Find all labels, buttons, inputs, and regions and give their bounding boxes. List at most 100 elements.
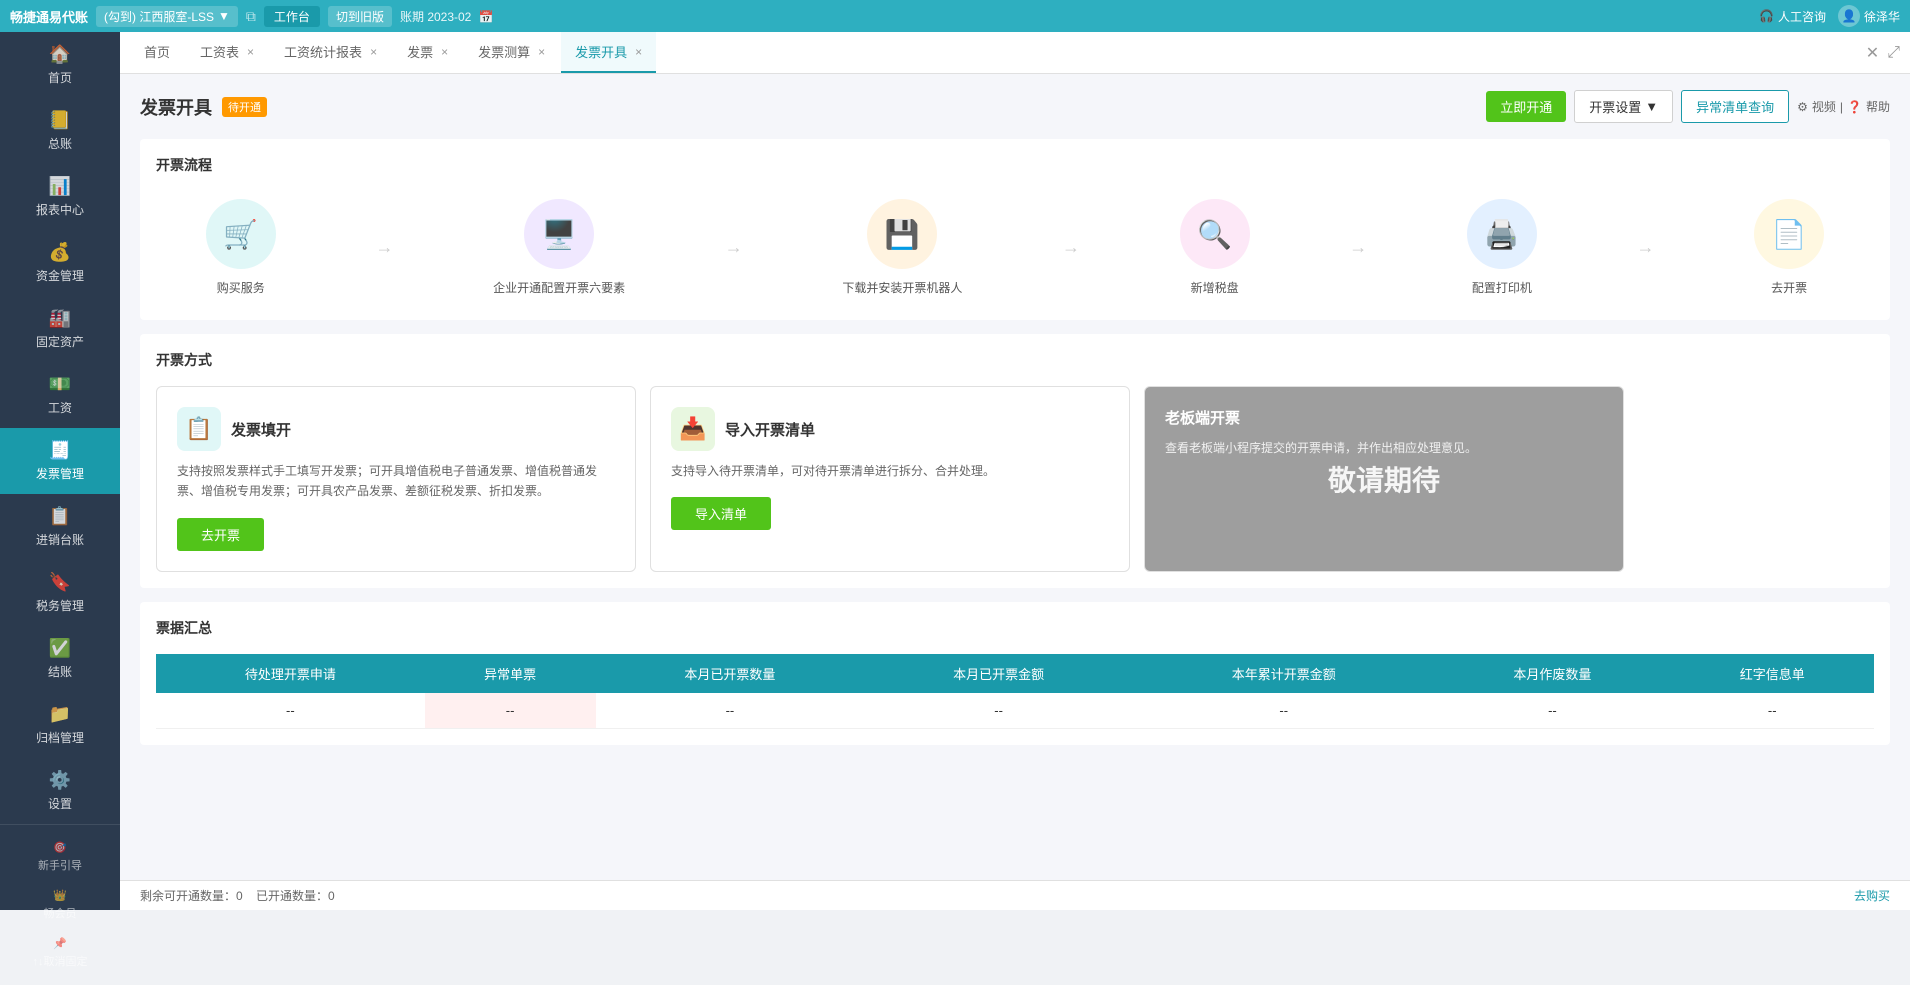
pin-icon: 📌 [53,937,67,950]
import-list-button[interactable]: 导入清单 [671,497,771,530]
sidebar-item-member[interactable]: 👑畅会员 [0,881,120,929]
summary-col-header: 本年累计开票金额 [1133,654,1434,693]
billing-section: 开票方式 📋 发票填开 支持按照发票样式手工填写开发票；可开具增值税电子普通发票… [140,334,1890,588]
tab-close-icon[interactable]: × [538,45,545,59]
tab-bar-controls: ✕ ⤢ [1866,43,1900,63]
tax-icon: 🔖 [49,572,71,593]
sidebar-item-label: 归档管理 [36,729,84,746]
buy-link[interactable]: 去购买 [1854,887,1890,904]
settle-icon: ✅ [49,638,71,659]
settings-label: 开票设置 [1589,97,1641,116]
flow-step-config-printer[interactable]: 🖨️ 配置打印机 [1467,199,1537,296]
summary-col-header: 本月已开票数量 [596,654,865,693]
page-footer: 剩余可开通数量：0 已开通数量：0 去购买 [120,880,1910,910]
expand-icon[interactable]: ⤢ [1887,44,1900,62]
sidebar-item-label: 进销台账 [36,531,84,548]
sidebar-item-invoice[interactable]: 🧾 发票管理 [0,428,120,494]
billing-card-import-desc: 支持导入待开票清单，可对待开票清单进行拆分、合并处理。 [671,461,1109,481]
tab-label: 发票 [407,42,433,61]
sidebar-item-settings[interactable]: ⚙️设置 [0,758,120,824]
user-avatar-area[interactable]: 👤 徐泽华 [1838,5,1900,27]
sidebar-item-label: 报表中心 [36,201,84,218]
sidebar-item-assets[interactable]: 🏭固定资产 [0,296,120,362]
flow-step-label: 购买服务 [217,279,265,296]
old-version-button[interactable]: 切到旧版 [328,6,392,27]
billing-card-manual-icon: 📋 [177,407,221,451]
immediate-open-button[interactable]: 立即开通 [1486,91,1566,122]
pin-toggle[interactable]: 📌 ↑↓取消固定 [0,929,120,977]
calendar-icon[interactable]: 📅 [479,10,494,24]
sidebar-item-label: 固定资产 [36,333,84,350]
sidebar-item-funds[interactable]: 💰资金管理 [0,230,120,296]
sidebar-item-purchase[interactable]: 📋进销台账 [0,494,120,560]
sidebar-bottom: 🎯新手引导👑畅会员 📌 ↑↓取消固定 [0,824,120,985]
sidebar-item-label: 发票管理 [36,465,84,482]
open-invoice-icon: 📄 [1754,199,1824,269]
footer-info: 剩余可开通数量：0 已开通数量：0 [140,887,335,904]
sidebar-item-home[interactable]: 🏠首页 [0,32,120,98]
flow-step-buy-service[interactable]: 🛒 购买服务 [206,199,276,296]
flow-step-download-robot[interactable]: 💾 下载并安装开票机器人 [842,199,962,296]
tab-close-icon[interactable]: × [635,45,642,59]
billing-card-boss-desc: 查看老板端小程序提交的开票申请，并作出相应处理意见。 [1165,438,1477,458]
summary-cell: -- [1133,693,1434,729]
abnormal-query-button[interactable]: 异常清单查询 [1681,90,1789,123]
tab-invoice-tool[interactable]: 发票开具× [561,32,656,73]
summary-col-header: 红字信息单 [1670,654,1874,693]
tab-close-icon[interactable]: × [247,45,254,59]
workspace-button[interactable]: 工作台 [264,6,320,27]
tab-home[interactable]: 首页 [130,32,184,73]
flow-arrow-0: → [375,237,393,258]
settings-button[interactable]: 开票设置 ▼ [1574,90,1673,123]
flow-arrow-3: → [1349,237,1367,258]
close-all-icon[interactable]: ✕ [1866,43,1879,63]
sidebar-item-guide[interactable]: 🎯新手引导 [0,833,120,881]
tab-salary-report[interactable]: 工资统计报表 × [270,32,391,73]
tab-label: 工资统计报表 [284,42,362,61]
go-open-invoice-button[interactable]: 去开票 [177,518,264,551]
summary-col-header: 异常单票 [425,654,596,693]
sidebar-item-settle[interactable]: ✅结账 [0,626,120,692]
flow-step-enterprise-config[interactable]: 🖥️ 企业开通配置开票六要素 [493,199,625,296]
company-selector[interactable]: (勾到) 江西服室-LSS ▼ [96,6,238,27]
sidebar-item-ledger[interactable]: 📒总账 [0,98,120,164]
sidebar-item-salary[interactable]: 💵工资 [0,362,120,428]
summary-cell: -- [1434,693,1670,729]
tab-bar: 首页工资表×工资统计报表×发票×发票测算×发票开具× ✕ ⤢ [120,32,1910,74]
sidebar-item-label: 总账 [48,135,72,152]
tab-invoice-list[interactable]: 发票 × [393,32,462,73]
tab-close-icon[interactable]: × [441,45,448,59]
main-content: 首页工资表×工资统计报表×发票×发票测算×发票开具× ✕ ⤢ 发票开具 待开通 … [120,32,1910,910]
service-button[interactable]: 🎧 人工咨询 [1759,8,1826,25]
tab-label: 工资表 [200,42,239,61]
tab-invoice-calc[interactable]: 发票测算 × [464,32,559,73]
page-title: 发票开具 [140,94,212,120]
billing-card-manual-title: 发票填开 [231,419,291,440]
invoice-icon: 🧾 [49,440,71,461]
tab-close-icon[interactable]: × [370,45,377,59]
home-icon: 🏠 [49,44,71,65]
sidebar-item-reports[interactable]: 📊报表中心 [0,164,120,230]
sidebar-item-archive[interactable]: 📁归档管理 [0,692,120,758]
billing-methods: 📋 发票填开 支持按照发票样式手工填写开发票；可开具增值税电子普通发票、增值税普… [156,386,1874,572]
summary-header-row: 待处理开票申请异常单票本月已开票数量本月已开票金额本年累计开票金额本月作废数量红… [156,654,1874,693]
page-header: 发票开具 待开通 立即开通 开票设置 ▼ 异常清单查询 ⚙ 视频 | ❓ [140,90,1890,123]
flow-step-label: 企业开通配置开票六要素 [493,279,625,296]
flow-step-open-invoice[interactable]: 📄 去开票 [1754,199,1824,296]
app-logo: 畅捷通易代账 [10,7,88,26]
flow-step-add-taxbox[interactable]: 🔍 新增税盘 [1180,199,1250,296]
summary-data-row: -------------- [156,693,1874,729]
tab-label: 发票测算 [478,42,530,61]
summary-col-header: 本月作废数量 [1434,654,1670,693]
sidebar-item-label: 税务管理 [36,597,84,614]
sidebar-item-tax[interactable]: 🔖 税务管理 [0,560,120,626]
flow-section-title: 开票流程 [156,155,1874,175]
copy-icon: ⧉ [246,8,256,25]
tab-salary-table[interactable]: 工资表 × [186,32,268,73]
config-printer-icon: 🖨️ [1467,199,1537,269]
page-content: 发票开具 待开通 立即开通 开票设置 ▼ 异常清单查询 ⚙ 视频 | ❓ [120,74,1910,880]
billing-card-boss-title: 老板端开票 [1165,407,1240,428]
flow-arrow-1: → [725,237,743,258]
summary-cell: -- [156,693,425,729]
buy-service-icon: 🛒 [206,199,276,269]
